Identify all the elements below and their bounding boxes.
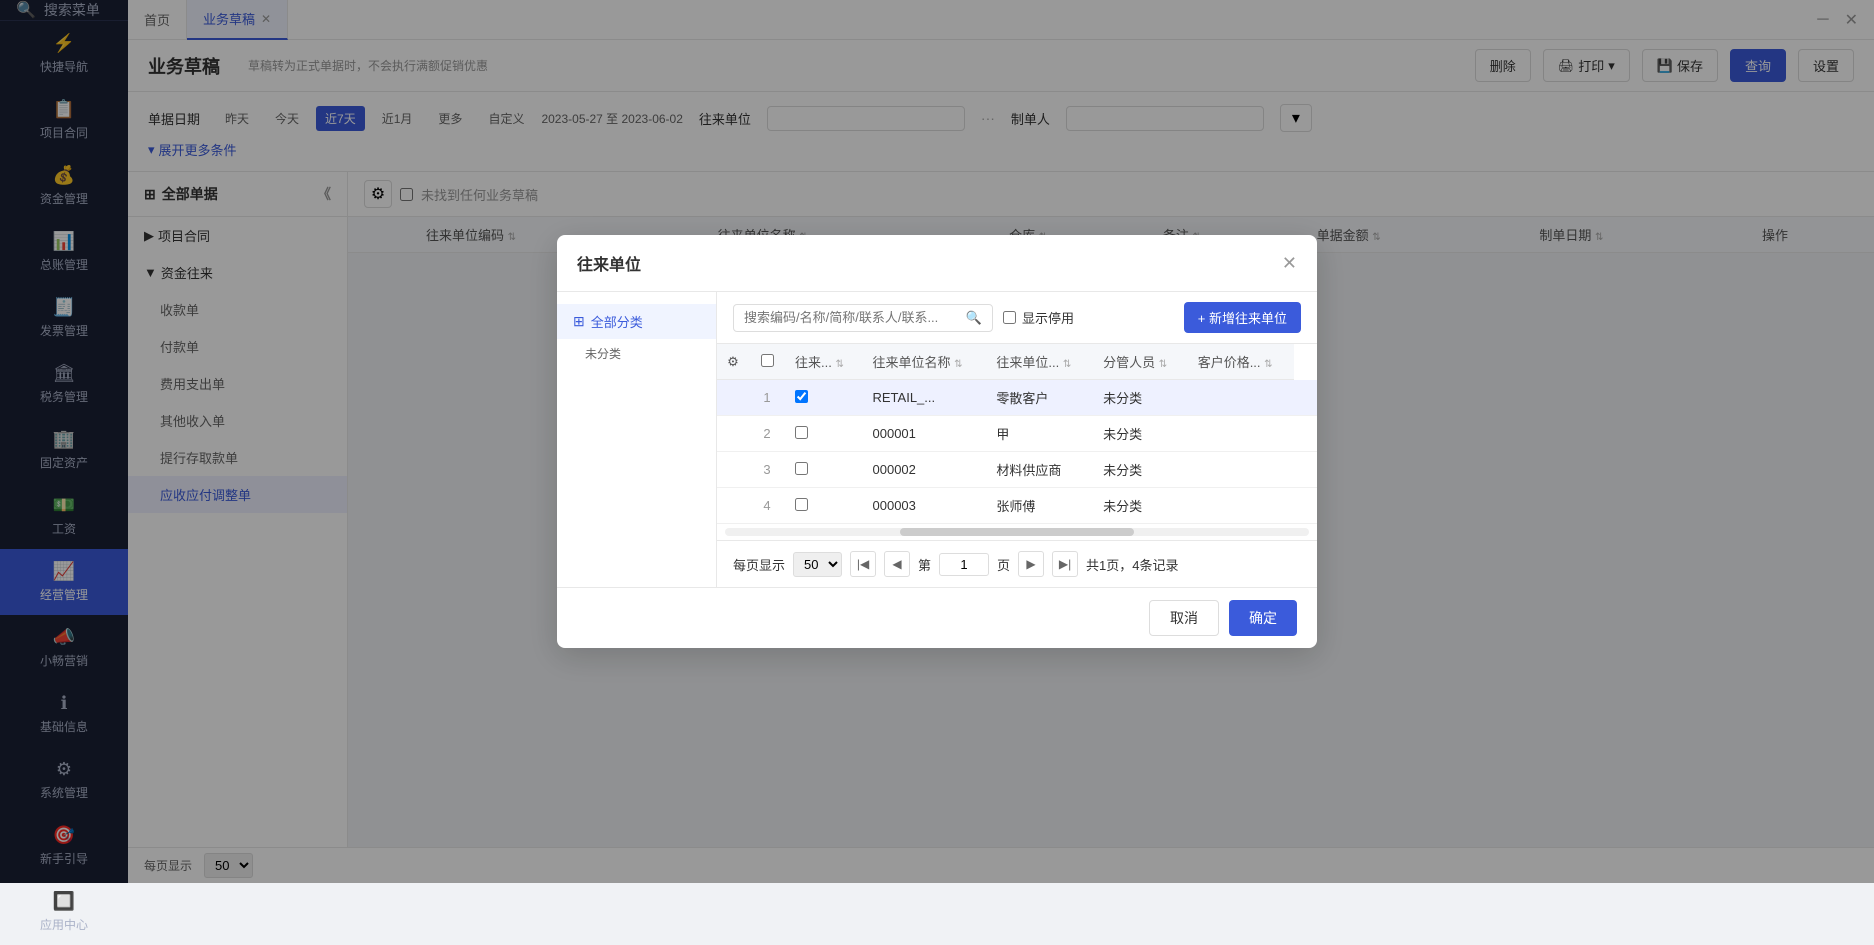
row-name: 材料供应商: [986, 452, 1093, 488]
row-code: 000002: [863, 452, 987, 488]
search-icon: 🔍: [966, 310, 982, 326]
show-disabled-label[interactable]: 显示停用: [1003, 308, 1074, 327]
row-price: [1294, 380, 1317, 416]
select-all-checkbox[interactable]: [761, 354, 774, 367]
dialog-sidebar-all[interactable]: ⊞ 全部分类: [557, 304, 716, 339]
sidebar-item-apps[interactable]: 🔲 应用中心: [0, 879, 128, 945]
row-check[interactable]: [785, 452, 863, 488]
table-row[interactable]: 4 000003 张师傅 未分类: [717, 488, 1317, 524]
row-price: [1294, 416, 1317, 452]
row-name: 张师傅: [986, 488, 1093, 524]
row-category: 未分类: [1093, 452, 1188, 488]
dialog-sidebar: ⊞ 全部分类 未分类: [557, 292, 717, 587]
dialog-body: ⊞ 全部分类 未分类 🔍 显示停用: [557, 292, 1317, 587]
grid-icon: ⊞: [573, 313, 585, 330]
horizontal-scrollbar[interactable]: [725, 528, 1309, 536]
row-check[interactable]: [785, 488, 863, 524]
row-manager: [1188, 488, 1295, 524]
row-checkbox[interactable]: [795, 426, 808, 439]
row-check[interactable]: [785, 380, 863, 416]
th-category[interactable]: 往来单位... ⇅: [986, 344, 1093, 380]
page-label: 第: [918, 555, 931, 574]
page-number-input[interactable]: [939, 553, 989, 576]
cancel-button[interactable]: 取消: [1149, 600, 1219, 636]
dialog-close-button[interactable]: ✕: [1282, 253, 1297, 274]
row-category: 未分类: [1093, 488, 1188, 524]
per-page-label: 每页显示: [733, 555, 785, 574]
row-category: 未分类: [1093, 380, 1188, 416]
per-page-select[interactable]: 50: [793, 552, 842, 577]
add-new-party-button[interactable]: + 新增往来单位: [1184, 302, 1301, 333]
row-price: [1294, 452, 1317, 488]
row-checkbox[interactable]: [795, 462, 808, 475]
next-page-button[interactable]: ▶: [1018, 551, 1044, 577]
th-code[interactable]: 往来... ⇅: [785, 344, 863, 380]
row-settings: [717, 380, 749, 416]
row-name: 甲: [986, 416, 1093, 452]
party-table: ⚙ 往来... ⇅ 往来单位名称 ⇅ 往来单位... ⇅ 分管人员 ⇅ 客户价格…: [717, 344, 1317, 524]
first-page-button[interactable]: |◀: [850, 551, 876, 577]
row-category: 未分类: [1093, 416, 1188, 452]
table-row[interactable]: 2 000001 甲 未分类: [717, 416, 1317, 452]
th-name[interactable]: 往来单位名称 ⇅: [863, 344, 987, 380]
row-checkbox[interactable]: [795, 498, 808, 511]
row-number: 2: [749, 416, 785, 452]
modal-overlay: 往来单位 ✕ ⊞ 全部分类 未分类 🔍: [0, 0, 1874, 883]
dialog-search-wrapper: 🔍: [733, 304, 993, 332]
th-manager[interactable]: 分管人员 ⇅: [1093, 344, 1188, 380]
row-manager: [1188, 416, 1295, 452]
row-price: [1294, 488, 1317, 524]
row-name: 零散客户: [986, 380, 1093, 416]
total-records: 共1页，4条记录: [1086, 555, 1178, 574]
th-check: [749, 344, 785, 380]
row-settings: [717, 452, 749, 488]
dialog-toolbar: 🔍 显示停用 + 新增往来单位: [717, 292, 1317, 344]
row-settings: [717, 416, 749, 452]
row-manager: [1188, 380, 1295, 416]
prev-page-button[interactable]: ◀: [884, 551, 910, 577]
scrollbar-thumb: [900, 528, 1134, 536]
confirm-button[interactable]: 确定: [1229, 600, 1297, 636]
row-code: 000001: [863, 416, 987, 452]
page-suffix: 页: [997, 555, 1010, 574]
dialog-search-input[interactable]: [744, 310, 960, 325]
dialog-pagination: 每页显示 50 |◀ ◀ 第 页 ▶ ▶| 共1页，4条记录: [717, 540, 1317, 587]
row-number: 1: [749, 380, 785, 416]
dialog-table: ⚙ 往来... ⇅ 往来单位名称 ⇅ 往来单位... ⇅ 分管人员 ⇅ 客户价格…: [717, 344, 1317, 524]
row-check[interactable]: [785, 416, 863, 452]
row-number: 3: [749, 452, 785, 488]
row-code: 000003: [863, 488, 987, 524]
th-settings[interactable]: ⚙: [717, 344, 749, 380]
dialog-main: 🔍 显示停用 + 新增往来单位 ⚙: [717, 292, 1317, 587]
dialog-header: 往来单位 ✕: [557, 235, 1317, 292]
dialog-title: 往来单位: [577, 251, 641, 275]
table-row[interactable]: 3 000002 材料供应商 未分类: [717, 452, 1317, 488]
th-price[interactable]: 客户价格... ⇅: [1188, 344, 1295, 380]
dialog-sidebar-uncategorized[interactable]: 未分类: [557, 339, 716, 368]
row-manager: [1188, 452, 1295, 488]
show-disabled-checkbox[interactable]: [1003, 311, 1016, 324]
dialog-actions: 取消 确定: [557, 587, 1317, 648]
apps-icon: 🔲: [53, 891, 75, 912]
last-page-button[interactable]: ▶|: [1052, 551, 1078, 577]
sidebar-item-label: 应用中心: [40, 916, 88, 933]
row-checkbox[interactable]: [795, 390, 808, 403]
party-dialog: 往来单位 ✕ ⊞ 全部分类 未分类 🔍: [557, 235, 1317, 648]
row-code: RETAIL_...: [863, 380, 987, 416]
row-number: 4: [749, 488, 785, 524]
row-settings: [717, 488, 749, 524]
table-row[interactable]: 1 RETAIL_... 零散客户 未分类: [717, 380, 1317, 416]
